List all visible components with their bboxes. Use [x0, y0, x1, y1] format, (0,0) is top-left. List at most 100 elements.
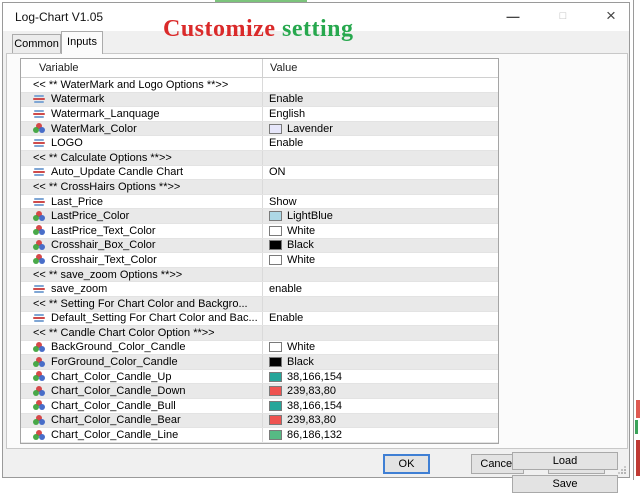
heading-part-red: Customize [163, 16, 276, 42]
param-row[interactable]: Watermark Enable [21, 92, 498, 108]
value-cell[interactable] [263, 151, 498, 165]
value-label: Black [287, 356, 314, 369]
value-swatch [269, 240, 282, 251]
save-button[interactable]: Save [512, 475, 618, 493]
param-row[interactable]: save_zoom enable [21, 282, 498, 297]
value-cell[interactable]: Enable [263, 136, 498, 150]
variable-cell: Crosshair_Box_Color [21, 238, 263, 253]
enum-list-icon [33, 197, 45, 206]
variable-label: WaterMark_Color [51, 122, 137, 135]
minimize-icon[interactable]: — [497, 5, 529, 27]
value-cell[interactable]: LightBlue [263, 209, 498, 223]
value-cell[interactable]: Black [263, 355, 498, 369]
value-swatch [269, 371, 282, 382]
param-row[interactable]: LastPrice_Text_Color White [21, 223, 498, 239]
value-label: ON [269, 166, 286, 179]
variable-cell: Auto_Update Candle Chart [21, 165, 263, 180]
section-row[interactable]: << ** Candle Chart Color Option **>> [21, 326, 498, 341]
tab-inputs[interactable]: Inputs [61, 31, 103, 54]
value-cell[interactable]: enable [263, 282, 498, 296]
color-wheel-icon [33, 356, 45, 368]
value-cell[interactable]: Lavender [263, 122, 498, 136]
inputs-table-header: Variable Value [21, 59, 498, 78]
param-row[interactable]: Chart_Color_Candle_Up 38,166,154 [21, 369, 498, 385]
param-row[interactable]: Last_Price Show [21, 194, 498, 210]
value-cell[interactable]: Enable [263, 93, 498, 107]
variable-label: Chart_Color_Candle_Up [51, 370, 172, 383]
param-row[interactable]: Watermark_Lanquage English [21, 107, 498, 122]
param-row[interactable]: Crosshair_Text_Color White [21, 253, 498, 268]
value-cell[interactable]: White [263, 253, 498, 267]
value-cell[interactable]: 38,166,154 [263, 370, 498, 384]
value-cell[interactable]: White [263, 224, 498, 238]
value-label: 239,83,80 [287, 414, 336, 427]
color-wheel-icon [33, 371, 45, 382]
tab-common[interactable]: Common [12, 34, 61, 54]
load-button[interactable]: Load [512, 452, 618, 470]
value-swatch [269, 211, 282, 222]
window-title: Log-Chart V1.05 [15, 10, 104, 24]
variable-cell: << ** save_zoom Options **>> [21, 267, 263, 282]
param-row[interactable]: BackGround_Color_Candle White [21, 340, 498, 356]
variable-label: LastPrice_Text_Color [51, 224, 156, 237]
section-row[interactable]: << ** CrossHairs Options **>> [21, 180, 498, 195]
value-cell[interactable]: English [263, 107, 498, 121]
variable-cell: Crosshair_Text_Color [21, 253, 263, 267]
variable-label: save_zoom [51, 283, 108, 296]
value-cell[interactable]: ON [263, 166, 498, 180]
variable-cell: LastPrice_Color [21, 209, 263, 223]
variable-label: BackGround_Color_Candle [51, 341, 186, 354]
variable-label: Chart_Color_Candle_Bull [51, 399, 176, 412]
value-cell[interactable] [263, 268, 498, 282]
param-row[interactable]: ForGround_Color_Candle Black [21, 355, 498, 370]
value-cell[interactable] [263, 78, 498, 92]
param-row[interactable]: Chart_Color_Candle_Line 86,186,132 [21, 428, 498, 443]
value-cell[interactable]: Show [263, 195, 498, 209]
value-label: 38,166,154 [287, 370, 343, 383]
ok-button[interactable]: OK [383, 454, 430, 474]
enum-list-icon [33, 168, 45, 177]
value-cell[interactable] [263, 326, 498, 340]
section-row[interactable]: << ** WaterMark and Logo Options **>> [21, 78, 498, 93]
value-swatch [269, 342, 282, 353]
value-cell[interactable]: Black [263, 239, 498, 253]
variable-cell: Watermark [21, 92, 263, 107]
variable-label: Auto_Update Candle Chart [51, 166, 184, 179]
section-row[interactable]: << ** Calculate Options **>> [21, 150, 498, 166]
value-label: Enable [269, 312, 304, 325]
param-row[interactable]: Auto_Update Candle Chart ON [21, 165, 498, 181]
param-row[interactable]: Chart_Color_Candle_Bull 38,166,154 [21, 399, 498, 414]
param-row[interactable]: LastPrice_Color LightBlue [21, 209, 498, 224]
enum-list-icon [33, 139, 45, 148]
variable-cell: Chart_Color_Candle_Down [21, 384, 263, 399]
value-swatch [269, 415, 282, 426]
variable-cell: Chart_Color_Candle_Bull [21, 399, 263, 413]
param-row[interactable]: Default_Setting For Chart Color and Bac.… [21, 311, 498, 327]
value-cell[interactable]: Enable [263, 312, 498, 326]
value-cell[interactable]: 239,83,80 [263, 384, 498, 398]
value-cell[interactable] [263, 297, 498, 311]
variable-cell: << ** WaterMark and Logo Options **>> [21, 78, 263, 92]
value-swatch [269, 357, 282, 368]
variable-cell: << ** Candle Chart Color Option **>> [21, 326, 263, 340]
color-wheel-icon [33, 429, 45, 441]
param-row[interactable]: WaterMark_Color Lavender [21, 121, 498, 137]
value-cell[interactable]: 239,83,80 [263, 414, 498, 428]
param-row[interactable]: LOGO Enable [21, 136, 498, 151]
close-icon[interactable]: × [595, 5, 627, 27]
value-cell[interactable]: 38,166,154 [263, 399, 498, 413]
value-cell[interactable]: White [263, 341, 498, 355]
section-row[interactable]: << ** Setting For Chart Color and Backgr… [21, 296, 498, 312]
value-label: Enable [269, 137, 304, 150]
param-row[interactable]: Chart_Color_Candle_Down 239,83,80 [21, 384, 498, 400]
value-cell[interactable]: 86,186,132 [263, 428, 498, 442]
background-candle-red [636, 440, 640, 476]
settings-dialog: Log-Chart V1.05 — □ × Customize setting … [2, 2, 630, 493]
param-row[interactable]: Chart_Color_Candle_Bear 239,83,80 [21, 413, 498, 429]
maximize-icon[interactable]: □ [547, 5, 579, 27]
inputs-table: Variable Value << ** WaterMark and Logo … [20, 58, 499, 444]
section-row[interactable]: << ** save_zoom Options **>> [21, 267, 498, 283]
param-row[interactable]: Crosshair_Box_Color Black [21, 238, 498, 254]
variable-cell: << ** Setting For Chart Color and Backgr… [21, 296, 263, 311]
value-cell[interactable] [263, 180, 498, 194]
